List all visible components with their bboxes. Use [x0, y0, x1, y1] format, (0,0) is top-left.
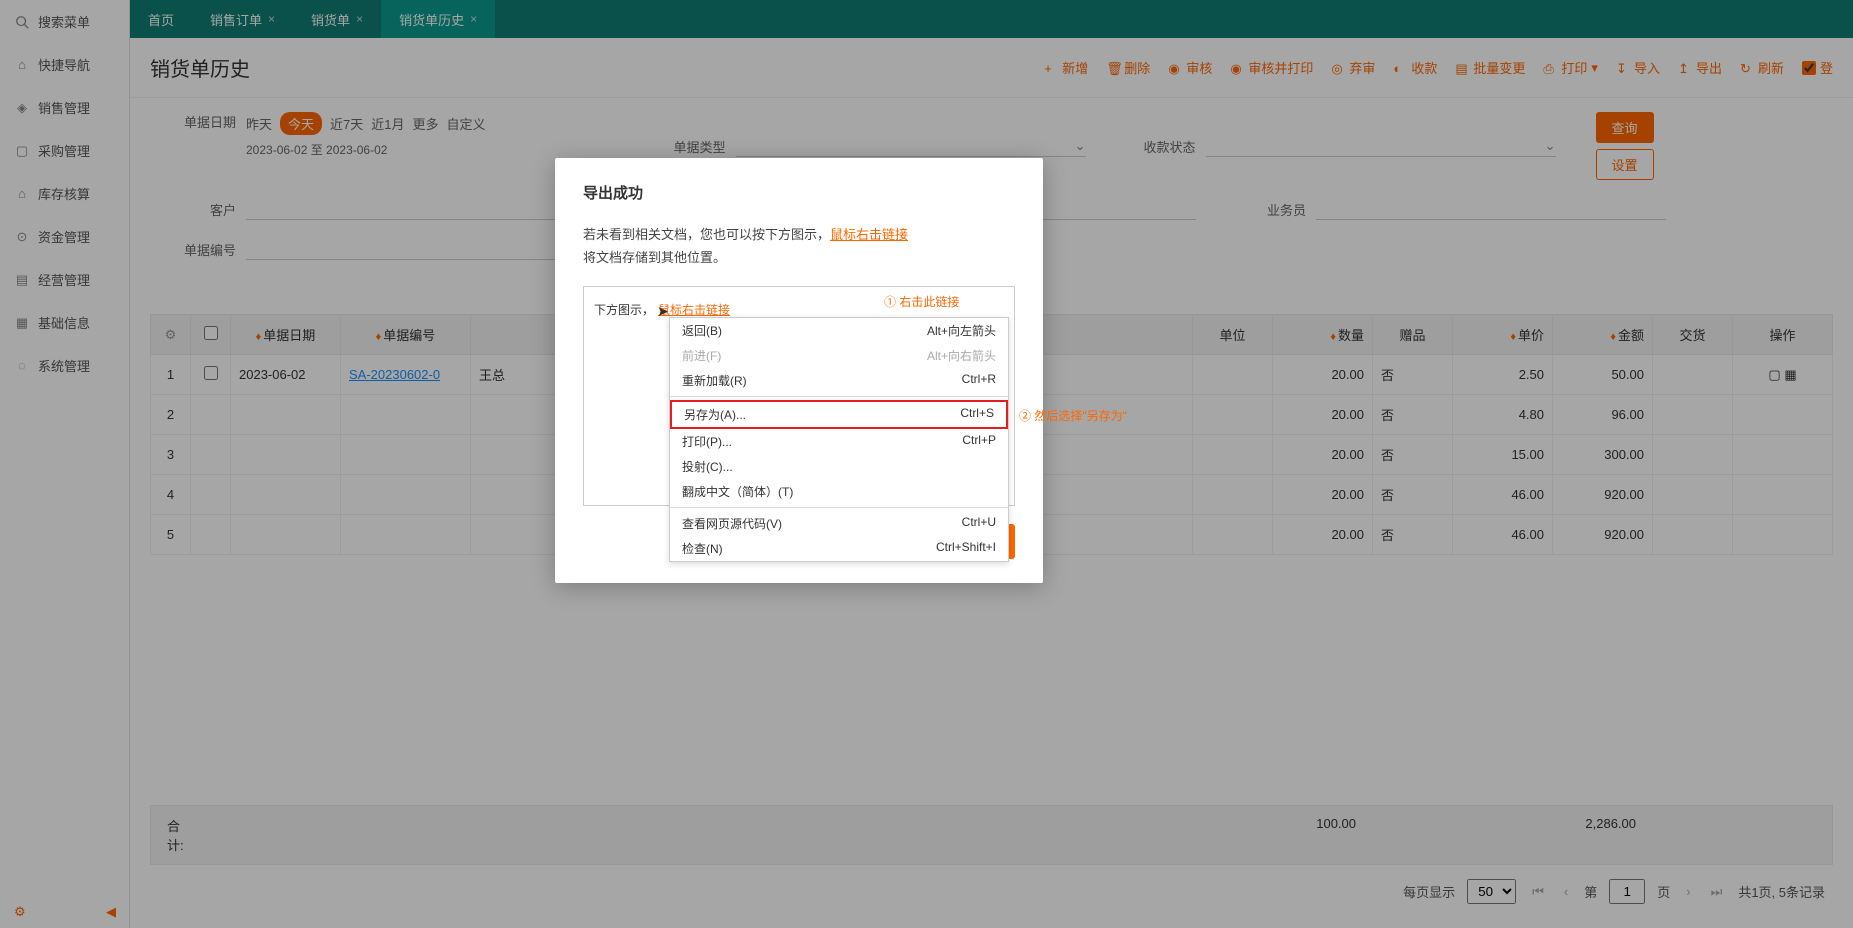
ctx-item: 另存为(A)...Ctrl+S [670, 400, 1008, 429]
modal-text: 若未看到相关文档，您也可以按下方图示，鼠标右击链接 将文档存储到其他位置。 [583, 223, 1015, 270]
annotation-2: ② 然后选择"另存为" [1019, 407, 1127, 424]
modal-title: 导出成功 [583, 182, 1015, 203]
ctx-item: 投射(C)... [670, 454, 1008, 479]
right-click-link[interactable]: 鼠标右击链接 [830, 227, 908, 242]
annotation-1: ① 右击此链接 [884, 293, 959, 310]
ctx-item: 返回(B)Alt+向左箭头 [670, 318, 1008, 343]
ctx-item: 前进(F)Alt+向右箭头 [670, 343, 1008, 368]
export-success-modal: 导出成功 若未看到相关文档，您也可以按下方图示，鼠标右击链接 将文档存储到其他位… [555, 158, 1043, 583]
guide-link: 鼠标右击链接 [658, 301, 730, 318]
ctx-item: 查看网页源代码(V)Ctrl+U [670, 511, 1008, 536]
ctx-item: 检查(N)Ctrl+Shift+I [670, 536, 1008, 561]
ctx-item: 打印(P)...Ctrl+P [670, 429, 1008, 454]
ctx-item: 重新加载(R)Ctrl+R [670, 368, 1008, 393]
guide-illustration: 下方图示，鼠标右击链接 ➤ ① 右击此链接 ② 然后选择"另存为" 返回(B)A… [583, 286, 1015, 506]
ctx-item: 翻成中文（简体）(T) [670, 479, 1008, 504]
context-menu-illustration: 返回(B)Alt+向左箭头前进(F)Alt+向右箭头重新加载(R)Ctrl+R 另… [669, 317, 1009, 562]
